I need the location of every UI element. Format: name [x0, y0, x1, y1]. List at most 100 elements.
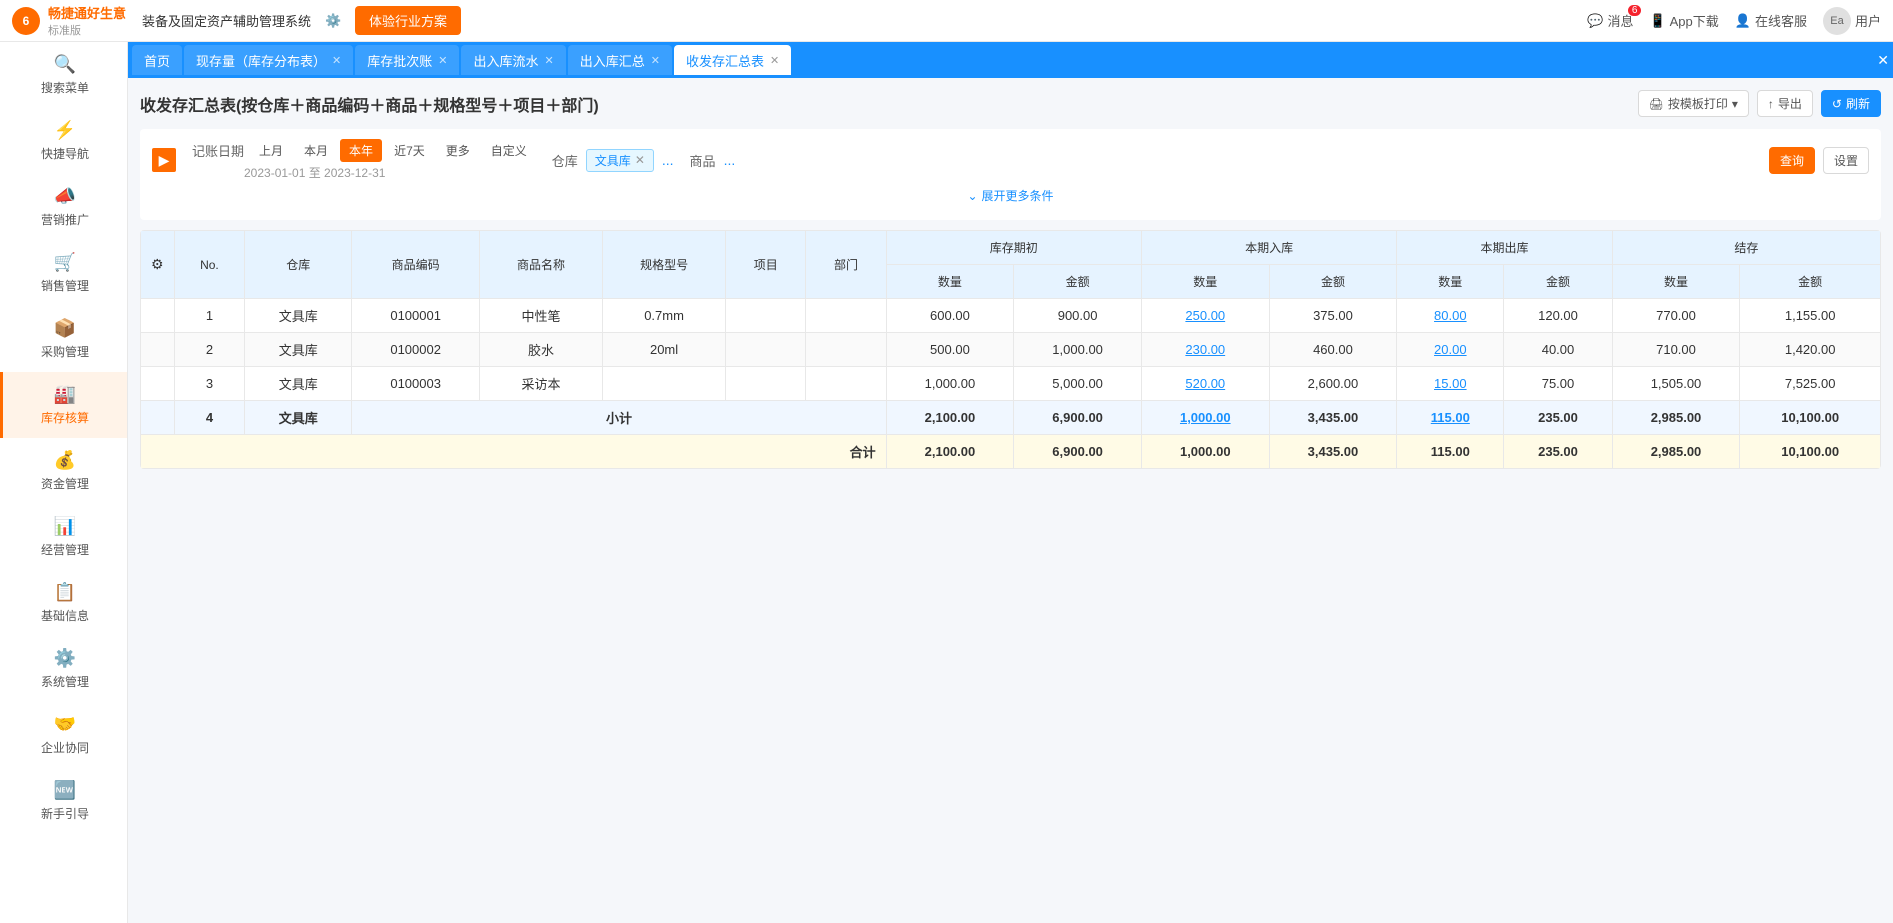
subtotal-open-qty: 2,100.00 [886, 401, 1014, 435]
cell-warehouse-2: 文具库 [245, 367, 352, 401]
th-opening-group: 库存期初 [886, 231, 1141, 265]
avatar: Ea [1823, 7, 1851, 35]
settings-icon[interactable]: ⚙️ [319, 7, 347, 35]
refresh-button[interactable]: ↺ 刷新 [1821, 90, 1881, 117]
tab-stock-summary[interactable]: 收发存汇总表 ✕ [674, 45, 791, 75]
cell-in-qty-2[interactable]: 520.00 [1141, 367, 1269, 401]
date-filter-group: 记账日期 上月 本月 本年 近7天 更多 自定义 2023-01-01 至 20… [192, 139, 536, 181]
filter-toggle-btn[interactable]: ▶ [152, 148, 176, 172]
table-row: 2 文具库 0100002 胶水 20ml 500.00 1,000.00 23… [141, 333, 1881, 367]
data-table: ⚙ No. 仓库 商品编码 商品名称 规格型号 项目 部门 库存期初 本期入库 … [140, 230, 1881, 469]
cell-check-1[interactable] [141, 333, 175, 367]
tab-inout-summary[interactable]: 出入库汇总 ✕ [568, 45, 672, 75]
header-right: 💬 消息 6 📱 App下载 👤 在线客服 Ea 用户 [1587, 7, 1881, 35]
goods-label: 商品 [690, 151, 716, 170]
tab-home[interactable]: 首页 [132, 45, 182, 75]
system-name: 装备及固定资产辅助管理系统 [142, 11, 311, 30]
sidebar-label-collab: 企业协同 [41, 739, 89, 756]
tab-inventory-dist-label: 现存量（库存分布表） [196, 51, 326, 70]
warehouse-tag-text: 文具库 [595, 152, 631, 169]
message-item[interactable]: 💬 消息 6 [1587, 11, 1633, 30]
cell-out-qty-0[interactable]: 80.00 [1397, 299, 1504, 333]
date-btn-thismonth[interactable]: 本月 [295, 139, 337, 162]
export-button[interactable]: ↑ 导出 [1757, 90, 1813, 117]
user-item[interactable]: Ea 用户 [1823, 7, 1881, 35]
date-btn-lastmonth[interactable]: 上月 [250, 139, 292, 162]
date-range-display: 2023-01-01 至 2023-12-31 [192, 164, 385, 181]
tab-bar: 首页 现存量（库存分布表） ✕ 库存批次账 ✕ 出入库流水 ✕ 出入库汇总 ✕ … [128, 42, 1893, 78]
sidebar-item-inventory[interactable]: 🏭 库存核算 [0, 372, 127, 438]
th-settings[interactable]: ⚙ [141, 231, 175, 299]
cell-in-qty-0[interactable]: 250.00 [1141, 299, 1269, 333]
cell-check-0[interactable] [141, 299, 175, 333]
cell-check-2[interactable] [141, 367, 175, 401]
th-warehouse: 仓库 [245, 231, 352, 299]
cell-in-qty-1[interactable]: 230.00 [1141, 333, 1269, 367]
content-area: 首页 现存量（库存分布表） ✕ 库存批次账 ✕ 出入库流水 ✕ 出入库汇总 ✕ … [128, 42, 1893, 923]
sidebar-item-marketing[interactable]: 📣 营销推广 [0, 174, 127, 240]
operations-icon: 📊 [54, 516, 76, 537]
tab-inout-summary-label: 出入库汇总 [580, 51, 645, 70]
warehouse-tag[interactable]: 文具库 ✕ [586, 149, 654, 172]
tab-close-inventory-dist[interactable]: ✕ [332, 54, 341, 67]
cell-out-qty-2[interactable]: 15.00 [1397, 367, 1504, 401]
expand-chevron-icon: ⌄ [967, 189, 977, 203]
warehouse-remove-icon[interactable]: ✕ [635, 153, 645, 167]
tab-inout-flow[interactable]: 出入库流水 ✕ [461, 45, 565, 75]
tab-close-inout-summary[interactable]: ✕ [651, 54, 660, 67]
tab-close-all-icon[interactable]: ✕ [1865, 52, 1889, 69]
print-button[interactable]: 🖨 按模板打印 ▾ [1638, 90, 1749, 117]
date-btn-custom[interactable]: 自定义 [482, 139, 536, 162]
sidebar-item-system[interactable]: ⚙️ 系统管理 [0, 636, 127, 702]
tab-close-stock-summary[interactable]: ✕ [770, 54, 779, 67]
online-service-item[interactable]: 👤 在线客服 [1735, 11, 1807, 30]
cell-code-2: 0100003 [352, 367, 480, 401]
sidebar-item-sales[interactable]: 🛒 销售管理 [0, 240, 127, 306]
cell-code-0: 0100001 [352, 299, 480, 333]
export-icon: ↑ [1768, 97, 1774, 111]
app-download-item[interactable]: 📱 App下载 [1649, 11, 1718, 30]
sidebar-item-finance[interactable]: 💰 资金管理 [0, 438, 127, 504]
th-department: 部门 [806, 231, 886, 299]
query-button[interactable]: 查询 [1769, 147, 1815, 174]
sidebar-item-collab[interactable]: 🤝 企业协同 [0, 702, 127, 768]
cell-spec-0: 0.7mm [603, 299, 726, 333]
sidebar-item-newbie[interactable]: 🆕 新手引导 [0, 768, 127, 834]
main-layout: 🔍 搜索菜单 ⚡ 快捷导航 📣 营销推广 🛒 销售管理 📦 采购管理 🏭 库存核… [0, 42, 1893, 923]
th-product-name: 商品名称 [480, 231, 603, 299]
print-icon: 🖨 [1649, 97, 1664, 111]
total-open-qty: 2,100.00 [886, 435, 1014, 469]
refresh-icon: ↺ [1832, 97, 1842, 111]
date-btn-more[interactable]: 更多 [437, 139, 479, 162]
filter-settings-button[interactable]: 设置 [1823, 147, 1869, 174]
cell-close-qty-0: 770.00 [1612, 299, 1740, 333]
cell-out-qty-1[interactable]: 20.00 [1397, 333, 1504, 367]
experience-button[interactable]: 体验行业方案 [355, 6, 461, 35]
goods-ellipsis[interactable]: ... [724, 152, 736, 168]
sidebar-item-search[interactable]: 🔍 搜索菜单 [0, 42, 127, 108]
system-icon: ⚙️ [54, 648, 76, 669]
sidebar-item-quicknav[interactable]: ⚡ 快捷导航 [0, 108, 127, 174]
warehouse-ellipsis[interactable]: ... [662, 152, 674, 168]
th-closing-amt: 金额 [1740, 265, 1881, 299]
sidebar-item-purchase[interactable]: 📦 采购管理 [0, 306, 127, 372]
tab-inventory-dist[interactable]: 现存量（库存分布表） ✕ [184, 45, 353, 75]
sidebar-item-basic-info[interactable]: 📋 基础信息 [0, 570, 127, 636]
refresh-label: 刷新 [1846, 95, 1870, 112]
subtotal-row: 4 文具库 小计 2,100.00 6,900.00 1,000.00 3,43… [141, 401, 1881, 435]
tab-batch[interactable]: 库存批次账 ✕ [355, 45, 459, 75]
service-icon: 👤 [1735, 13, 1751, 29]
sidebar-label-inventory: 库存核算 [41, 409, 89, 426]
expand-more-btn[interactable]: ⌄ 展开更多条件 [152, 181, 1869, 210]
date-btn-7days[interactable]: 近7天 [385, 139, 434, 162]
cell-dept-1 [806, 333, 886, 367]
sales-icon: 🛒 [54, 252, 76, 273]
sidebar-item-operations[interactable]: 📊 经营管理 [0, 504, 127, 570]
th-out-qty: 数量 [1397, 265, 1504, 299]
table-footer: 合计 2,100.00 6,900.00 1,000.00 3,435.00 1… [141, 435, 1881, 469]
tab-close-inout-flow[interactable]: ✕ [545, 54, 554, 67]
app-title: 畅捷通好生意 [48, 3, 126, 22]
page-content: 收发存汇总表(按仓库＋商品编码＋商品＋规格型号＋项目＋部门) 🖨 按模板打印 ▾… [128, 78, 1893, 923]
tab-close-batch[interactable]: ✕ [438, 54, 447, 67]
date-btn-thisyear[interactable]: 本年 [340, 139, 382, 162]
